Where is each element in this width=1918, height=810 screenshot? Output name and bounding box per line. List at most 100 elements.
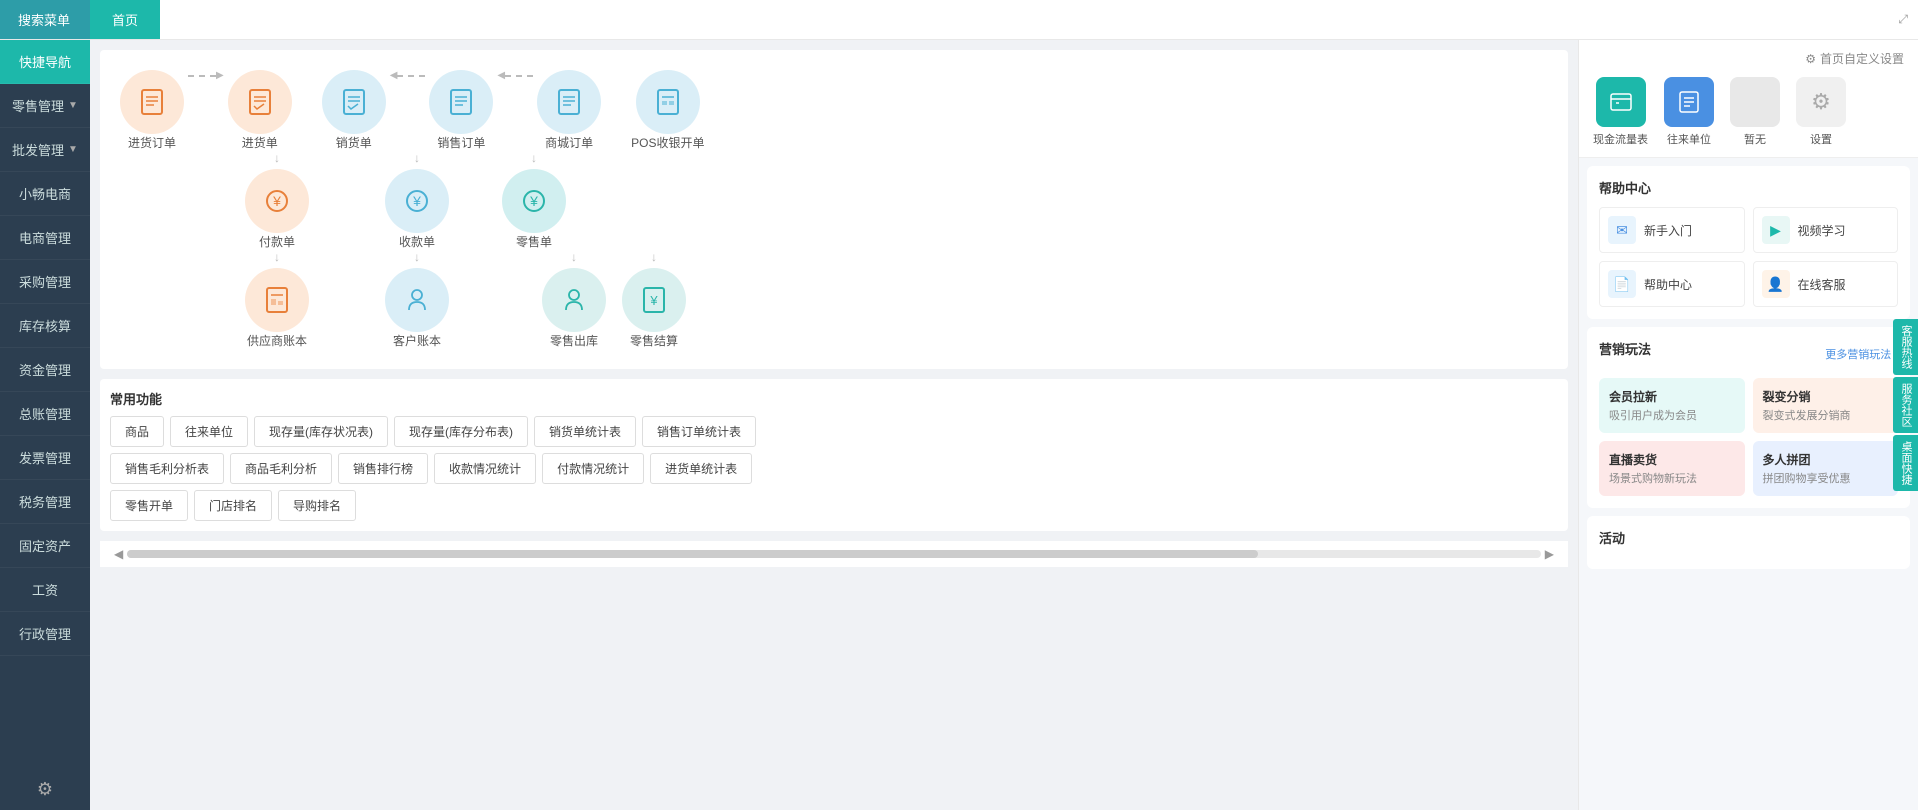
sidebar-item-general-ledger[interactable]: 总账管理 [0,392,90,436]
func-btn-goods-profit[interactable]: 商品毛利分析 [230,453,332,484]
sidebar-item-quick-nav[interactable]: 快捷导航 [0,40,90,84]
more-marketing-link[interactable]: 更多营销玩法 › [1825,346,1898,362]
settings-icon: ⚙ [1796,77,1846,127]
func-btn-inventory-status[interactable]: 现存量(库存状况表) [254,416,388,447]
expand-icon[interactable]: ⤢ [1888,12,1918,27]
quick-icons: 现金流量表 往来单位 暂无 ⚙ [1593,77,1904,147]
gear-icon[interactable]: ⚙ [37,779,53,800]
sidebar-item-label: 批发管理 [12,140,64,159]
scroll-left-btn[interactable]: ◀ [110,547,127,561]
sales-bill-icon [322,70,386,134]
help-item-help[interactable]: 📄 帮助中心 [1599,261,1745,307]
sidebar-item-label: 行政管理 [19,624,71,643]
node-mall-order[interactable]: 商城订单 [537,70,601,151]
marketing-item-fission[interactable]: 裂变分销 裂变式发展分销商 [1753,378,1899,433]
customize-link[interactable]: ⚙ 首页自定义设置 [1593,50,1904,67]
func-btn-sales-rank[interactable]: 销售排行榜 [338,453,428,484]
quick-icon-settings[interactable]: ⚙ 设置 [1796,77,1846,147]
right-top: ⚙ 首页自定义设置 现金流量表 往来单位 [1579,40,1918,158]
float-btn-desktop-shortcut[interactable]: 桌面快捷 [1893,435,1918,491]
func-btn-contacts[interactable]: 往来单位 [170,416,248,447]
help-icon-icon: 📄 [1608,270,1636,298]
float-buttons: 客服热线 服务社区 桌面快捷 [1893,319,1918,491]
float-btn-service-community[interactable]: 服务社区 [1893,377,1918,433]
scroll-right-btn[interactable]: ▶ [1541,547,1558,561]
sidebar-item-tax-mgmt[interactable]: 税务管理 [0,480,90,524]
func-btn-payment-stat[interactable]: 付款情况统计 [542,453,644,484]
activity-title: 活动 [1599,528,1898,547]
beginner-icon: ✉ [1608,216,1636,244]
payment-icon: ¥ [245,169,309,233]
sidebar-item-xiaoban-ecom[interactable]: 小畅电商 [0,172,90,216]
workflow-card: 进货订单 ▶ 进货单 [100,50,1568,369]
func-btn-inventory-dist[interactable]: 现存量(库存分布表) [394,416,528,447]
main-layout: 快捷导航 零售管理 ▼ 批发管理 ▼ 小畅电商 电商管理 采购管理 库存核算 资… [0,40,1918,810]
retail-order-icon: ¥ [502,169,566,233]
node-supplier-ledger[interactable]: ↓ 供应商账本 [222,250,332,349]
sidebar-item-label: 固定资产 [19,536,71,555]
sales-order-icon [429,70,493,134]
func-btn-sales-profit[interactable]: 销售毛利分析表 [110,453,224,484]
node-customer-ledger[interactable]: ↓ 客户账本 [362,250,472,349]
sidebar-item-more[interactable]: 行政管理 [0,612,90,656]
gear-icon: ⚙ [1805,52,1816,66]
float-btn-cs-hotline[interactable]: 客服热线 [1893,319,1918,375]
tab-home[interactable]: 首页 [90,0,160,39]
group-subtitle: 拼团购物享受优惠 [1763,470,1889,486]
svg-text:¥: ¥ [529,193,538,209]
node-retail-settlement[interactable]: ↓ ¥ 零售结算 [622,250,686,349]
sidebar-item-label: 电商管理 [19,228,71,247]
help-grid: ✉ 新手入门 ▶ 视频学习 📄 帮助中心 👤 在线客服 [1599,207,1898,307]
common-functions: 常用功能 商品 往来单位 现存量(库存状况表) 现存量(库存分布表) 销货单统计… [100,379,1568,531]
sidebar-item-wholesale-mgmt[interactable]: 批发管理 ▼ [0,128,90,172]
main-panel: 进货订单 ▶ 进货单 [90,40,1578,810]
func-btn-guide-rank[interactable]: 导购排名 [278,490,356,521]
marketing-section: 营销玩法 更多营销玩法 › 会员拉新 吸引用户成为会员 裂变分销 裂变式发展分销… [1587,327,1910,508]
func-btn-sales-stat[interactable]: 销货单统计表 [534,416,636,447]
node-purchase-order[interactable]: 进货订单 [120,70,184,151]
func-btn-store-rank[interactable]: 门店排名 [194,490,272,521]
help-item-beginner[interactable]: ✉ 新手入门 [1599,207,1745,253]
func-btn-sales-order-stat[interactable]: 销售订单统计表 [642,416,756,447]
help-section: 帮助中心 ✉ 新手入门 ▶ 视频学习 📄 帮助中心 👤 [1587,166,1910,319]
node-sales-bill[interactable]: 销货单 [322,70,386,151]
func-btn-retail-order[interactable]: 零售开单 [110,490,188,521]
sidebar-item-retail-mgmt[interactable]: 零售管理 ▼ [0,84,90,128]
marketing-item-member[interactable]: 会员拉新 吸引用户成为会员 [1599,378,1745,433]
node-pos-cashier[interactable]: POS收银开单 [631,70,704,151]
sidebar-item-fixed-assets[interactable]: 固定资产 [0,524,90,568]
node-sales-order[interactable]: 销售订单 [429,70,493,151]
search-menu[interactable]: 搜索菜单 [0,0,90,39]
quick-icon-none[interactable]: 暂无 [1730,77,1780,147]
customer-ledger-icon [385,268,449,332]
func-btn-receipt-stat[interactable]: 收款情况统计 [434,453,536,484]
node-retail-outbound[interactable]: ↓ 零售出库 [542,250,606,349]
marketing-item-group[interactable]: 多人拼团 拼团购物享受优惠 [1753,441,1899,496]
func-btn-goods[interactable]: 商品 [110,416,164,447]
sidebar-item-inventory[interactable]: 库存核算 [0,304,90,348]
sidebar-item-label: 采购管理 [19,272,71,291]
help-item-video[interactable]: ▶ 视频学习 [1753,207,1899,253]
fission-title: 裂变分销 [1763,388,1889,405]
video-label: 视频学习 [1798,222,1846,239]
func-btn-purchase-stat[interactable]: 进货单统计表 [650,453,752,484]
sidebar-item-ecom-mgmt[interactable]: 电商管理 [0,216,90,260]
node-retail-order[interactable]: ↓ ¥ 零售单 [502,151,566,250]
member-subtitle: 吸引用户成为会员 [1609,407,1735,423]
sidebar-item-purchase-mgmt[interactable]: 采购管理 [0,260,90,304]
activity-section: 活动 [1587,516,1910,569]
node-receipt[interactable]: ↓ ¥ 收款单 [362,151,472,250]
marketing-item-live[interactable]: 直播卖货 场景式购物新玩法 [1599,441,1745,496]
marketing-header: 营销玩法 更多营销玩法 › [1599,339,1898,368]
quick-icon-cash-flow[interactable]: 现金流量表 [1593,77,1648,147]
sidebar-item-finance-mgmt[interactable]: 资金管理 [0,348,90,392]
cash-flow-label: 现金流量表 [1593,131,1648,147]
sidebar-item-salary[interactable]: 工资 [0,568,90,612]
sidebar-item-invoice-mgmt[interactable]: 发票管理 [0,436,90,480]
node-payment[interactable]: ↓ ¥ 付款单 [222,151,332,250]
node-purchase-bill[interactable]: 进货单 [228,70,292,151]
scroll-bar-row: ◀ ▶ [100,541,1568,567]
scroll-thumb[interactable] [127,550,1258,558]
help-item-online-cs[interactable]: 👤 在线客服 [1753,261,1899,307]
quick-icon-contacts[interactable]: 往来单位 [1664,77,1714,147]
